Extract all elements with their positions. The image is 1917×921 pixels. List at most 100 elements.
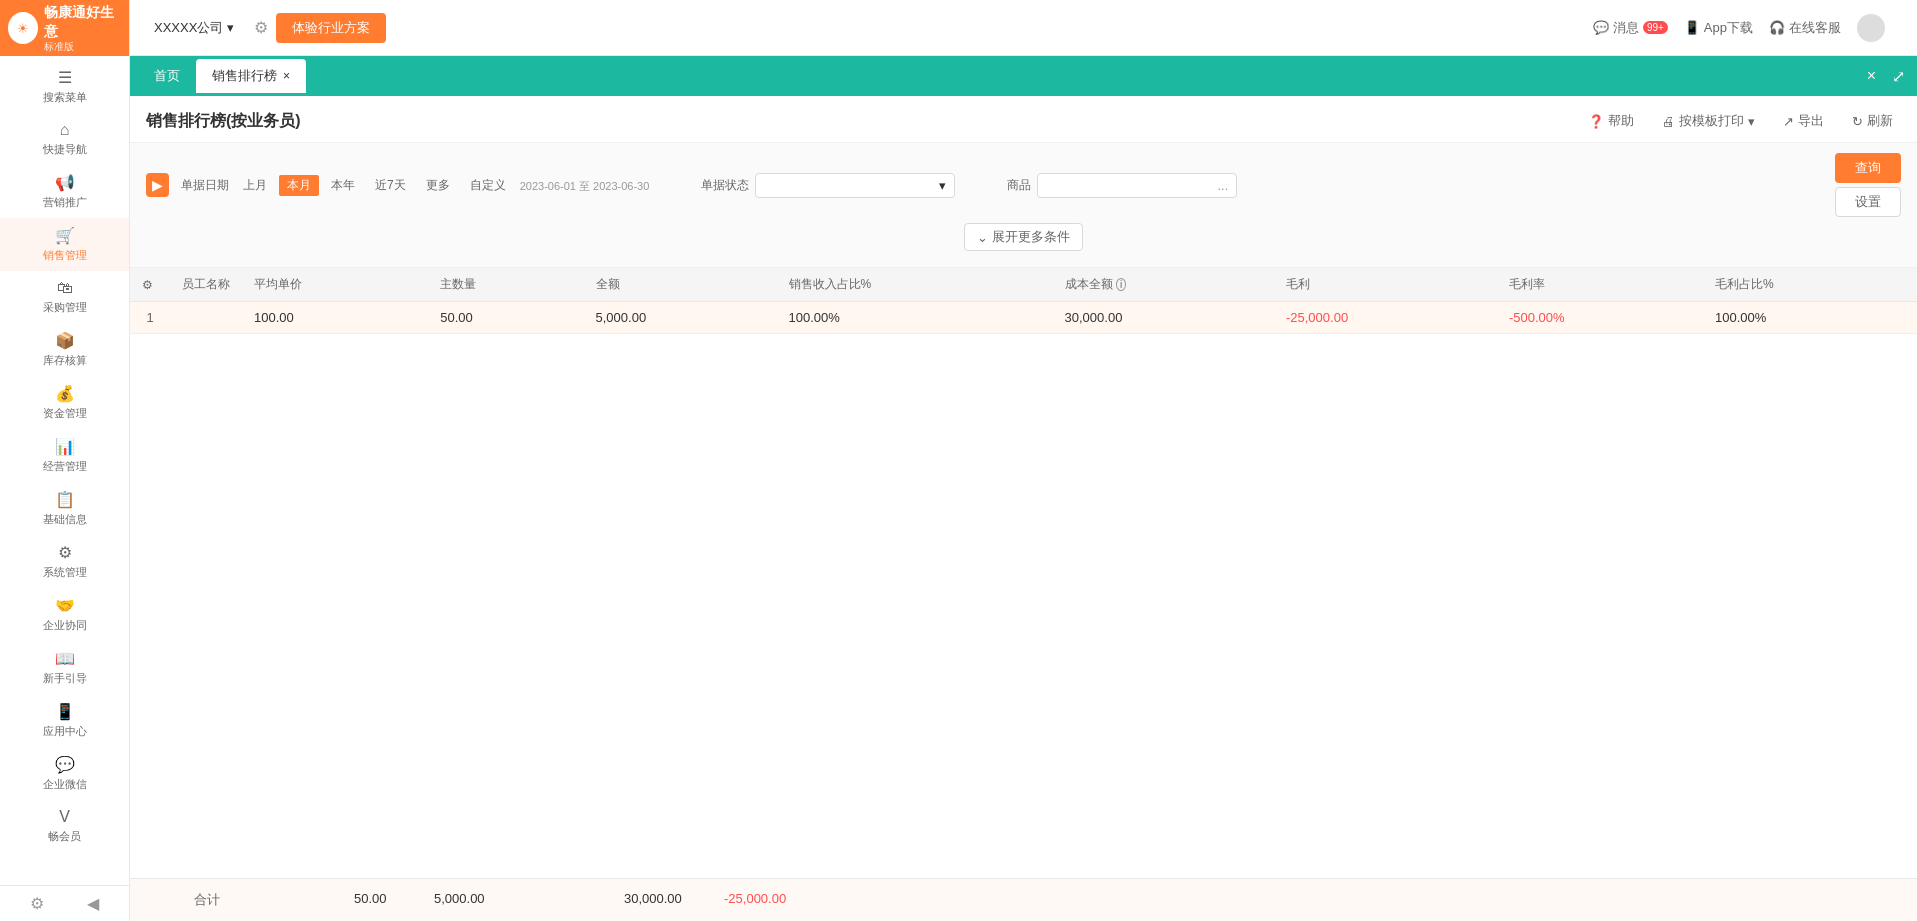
sidebar-nav: ☰ 搜索菜单 ⌂快捷导航📢营销推广🛒销售管理🛍采购管理📦库存核算💰资金管理📊经营管理… — [0, 56, 129, 885]
filter-area: ▶ 单据日期 上月 本月 本年 近7天 更多 自定义 2023-06-01 至 … — [130, 143, 1917, 268]
total-avg-price — [262, 887, 342, 913]
date-tab-this-month[interactable]: 本月 — [279, 175, 319, 196]
date-tab-7days[interactable]: 近7天 — [367, 175, 414, 196]
headset-icon: 🎧 — [1769, 20, 1785, 35]
nav-icon: 🛒 — [55, 226, 75, 245]
tab-close-btn[interactable]: × — [1863, 63, 1880, 90]
sidebar-item-资金管理[interactable]: 💰资金管理 — [0, 376, 129, 429]
sidebar-item-企业微信[interactable]: 💬 企业微信 — [0, 747, 129, 800]
total-qty: 50.00 — [342, 887, 422, 913]
tab-bar-actions: × ⤢ — [1863, 63, 1909, 90]
sidebar-item-采购管理[interactable]: 🛍采购管理 — [0, 271, 129, 323]
app-download-action[interactable]: 📱 App下载 — [1684, 19, 1753, 37]
company-dropdown-icon: ▾ — [227, 20, 234, 35]
print-icon: 🖨 — [1662, 114, 1675, 129]
help-btn[interactable]: ❓ 帮助 — [1580, 108, 1642, 134]
status-select[interactable]: ▾ — [755, 173, 955, 198]
sidebar-item-应用中心[interactable]: 📱应用中心 — [0, 694, 129, 747]
table-body: 1 100.00 50.00 5,000.00 100.00% 30,000.0… — [130, 302, 1917, 334]
td-cost: 30,000.00 — [1053, 302, 1274, 334]
tab-sales-ranking[interactable]: 销售排行榜 × — [196, 59, 306, 93]
date-filter: 单据日期 上月 本月 本年 近7天 更多 自定义 2023-06-01 至 20… — [181, 175, 649, 196]
total-sales-pct — [512, 887, 612, 913]
th-rank: 员工名称 — [170, 268, 242, 302]
td-gross-pct: 100.00% — [1703, 302, 1917, 334]
template-print-btn[interactable]: 🖨 按模板打印 ▾ — [1654, 108, 1763, 134]
sidebar-item-新手引导[interactable]: 📖新手引导 — [0, 641, 129, 694]
user-avatar[interactable] — [1857, 14, 1885, 42]
nav-icon: 🤝 — [55, 596, 75, 615]
table-row: 1 100.00 50.00 5,000.00 100.00% 30,000.0… — [130, 302, 1917, 334]
nav-icon: 🛍 — [57, 279, 73, 297]
td-amount: 5,000.00 — [584, 302, 777, 334]
td-gross: -25,000.00 — [1274, 302, 1497, 334]
sidebar-item-快捷导航[interactable]: ⌂快捷导航 — [0, 113, 129, 165]
sidebar-footer: ⚙ ◀ — [0, 885, 129, 921]
tab-sales-ranking-label: 销售排行榜 — [212, 67, 277, 85]
sidebar-logo: ☀ 畅康通好生意 标准版 — [0, 0, 129, 56]
footer-total: 合计 50.00 5,000.00 30,000.00 -25,000.00 — [130, 878, 1917, 921]
td-gross-rate: -500.00% — [1497, 302, 1703, 334]
date-tab-this-year[interactable]: 本年 — [323, 175, 363, 196]
sidebar-item-销售管理[interactable]: 🛒销售管理 — [0, 218, 129, 271]
nav-label: 基础信息 — [43, 512, 87, 527]
tab-bar: 首页 销售排行榜 × × ⤢ — [130, 56, 1917, 96]
goods-more-icon: ... — [1218, 178, 1229, 193]
date-tabs: 上月 本月 本年 近7天 更多 自定义 — [235, 175, 514, 196]
sidebar-item-系统管理[interactable]: ⚙系统管理 — [0, 535, 129, 588]
collapse-footer-icon[interactable]: ◀ — [87, 894, 99, 913]
goods-label: 商品 — [1007, 177, 1031, 194]
nav-icon: 💬 — [55, 755, 75, 774]
td-rank-num: 1 — [130, 302, 170, 334]
table-header-row: ⚙ 员工名称 平均单价 主数量 全额 销售收入占比% 成本全额 i 毛利 毛利率… — [130, 268, 1917, 302]
help-icon: ❓ — [1588, 114, 1604, 129]
td-employee — [170, 302, 242, 334]
sidebar-item-库存核算[interactable]: 📦库存核算 — [0, 323, 129, 376]
total-gross: -25,000.00 — [712, 887, 812, 913]
sidebar-item-营销推广[interactable]: 📢营销推广 — [0, 165, 129, 218]
sidebar-item-经营管理[interactable]: 📊经营管理 — [0, 429, 129, 482]
export-icon: ↗ — [1783, 114, 1794, 129]
nav-label: 搜索菜单 — [43, 90, 87, 105]
export-btn[interactable]: ↗ 导出 — [1775, 108, 1832, 134]
status-filter: 单据状态 ▾ — [701, 173, 955, 198]
th-settings[interactable]: ⚙ — [130, 268, 170, 302]
th-qty: 主数量 — [428, 268, 583, 302]
tab-close-icon[interactable]: × — [283, 69, 290, 83]
trial-button[interactable]: 体验行业方案 — [276, 13, 386, 43]
td-sales-pct: 100.00% — [777, 302, 1053, 334]
tab-home[interactable]: 首页 — [138, 59, 196, 93]
tab-expand-btn[interactable]: ⤢ — [1888, 63, 1909, 90]
date-tab-last-month[interactable]: 上月 — [235, 175, 275, 196]
sidebar-item-搜索菜单[interactable]: ☰ 搜索菜单 — [0, 60, 129, 113]
page-header: 销售排行榜(按业务员) ❓ 帮助 🖨 按模板打印 ▾ ↗ 导出 ↻ 刷新 — [130, 96, 1917, 143]
date-range: 2023-06-01 至 2023-06-30 — [520, 179, 650, 194]
expand-more-btn[interactable]: ⌄ 展开更多条件 — [964, 223, 1083, 251]
company-selector[interactable]: XXXXX公司 ▾ — [146, 15, 242, 41]
refresh-btn[interactable]: ↻ 刷新 — [1844, 108, 1901, 134]
nav-label: 企业微信 — [43, 777, 87, 792]
nav-icon: 📱 — [55, 702, 75, 721]
expand-label: 展开更多条件 — [992, 228, 1070, 246]
sidebar-item-企业协同[interactable]: 🤝企业协同 — [0, 588, 129, 641]
status-dropdown-icon: ▾ — [939, 178, 946, 193]
print-dropdown-icon: ▾ — [1748, 114, 1755, 129]
sidebar-item-畅会员[interactable]: V畅会员 — [0, 800, 129, 852]
nav-icon: ☰ — [58, 68, 72, 87]
settings-button[interactable]: 设置 — [1835, 187, 1901, 217]
date-label: 单据日期 — [181, 177, 229, 194]
sidebar-item-基础信息[interactable]: 📋基础信息 — [0, 482, 129, 535]
date-tab-more[interactable]: 更多 — [418, 175, 458, 196]
online-service-action[interactable]: 🎧 在线客服 — [1769, 19, 1841, 37]
refresh-icon: ↻ — [1852, 114, 1863, 129]
template-print-label: 按模板打印 — [1679, 112, 1744, 130]
filter-toggle-btn[interactable]: ▶ — [146, 173, 169, 197]
goods-select[interactable]: ... — [1037, 173, 1237, 198]
query-button[interactable]: 查询 — [1835, 153, 1901, 183]
logo-text: 畅康通好生意 标准版 — [44, 3, 121, 52]
topbar-settings-icon[interactable]: ⚙ — [254, 18, 268, 37]
nav-icon: V — [59, 808, 70, 826]
settings-footer-icon[interactable]: ⚙ — [30, 894, 44, 913]
message-action[interactable]: 💬 消息 99+ — [1593, 19, 1668, 37]
date-tab-custom[interactable]: 自定义 — [462, 175, 514, 196]
